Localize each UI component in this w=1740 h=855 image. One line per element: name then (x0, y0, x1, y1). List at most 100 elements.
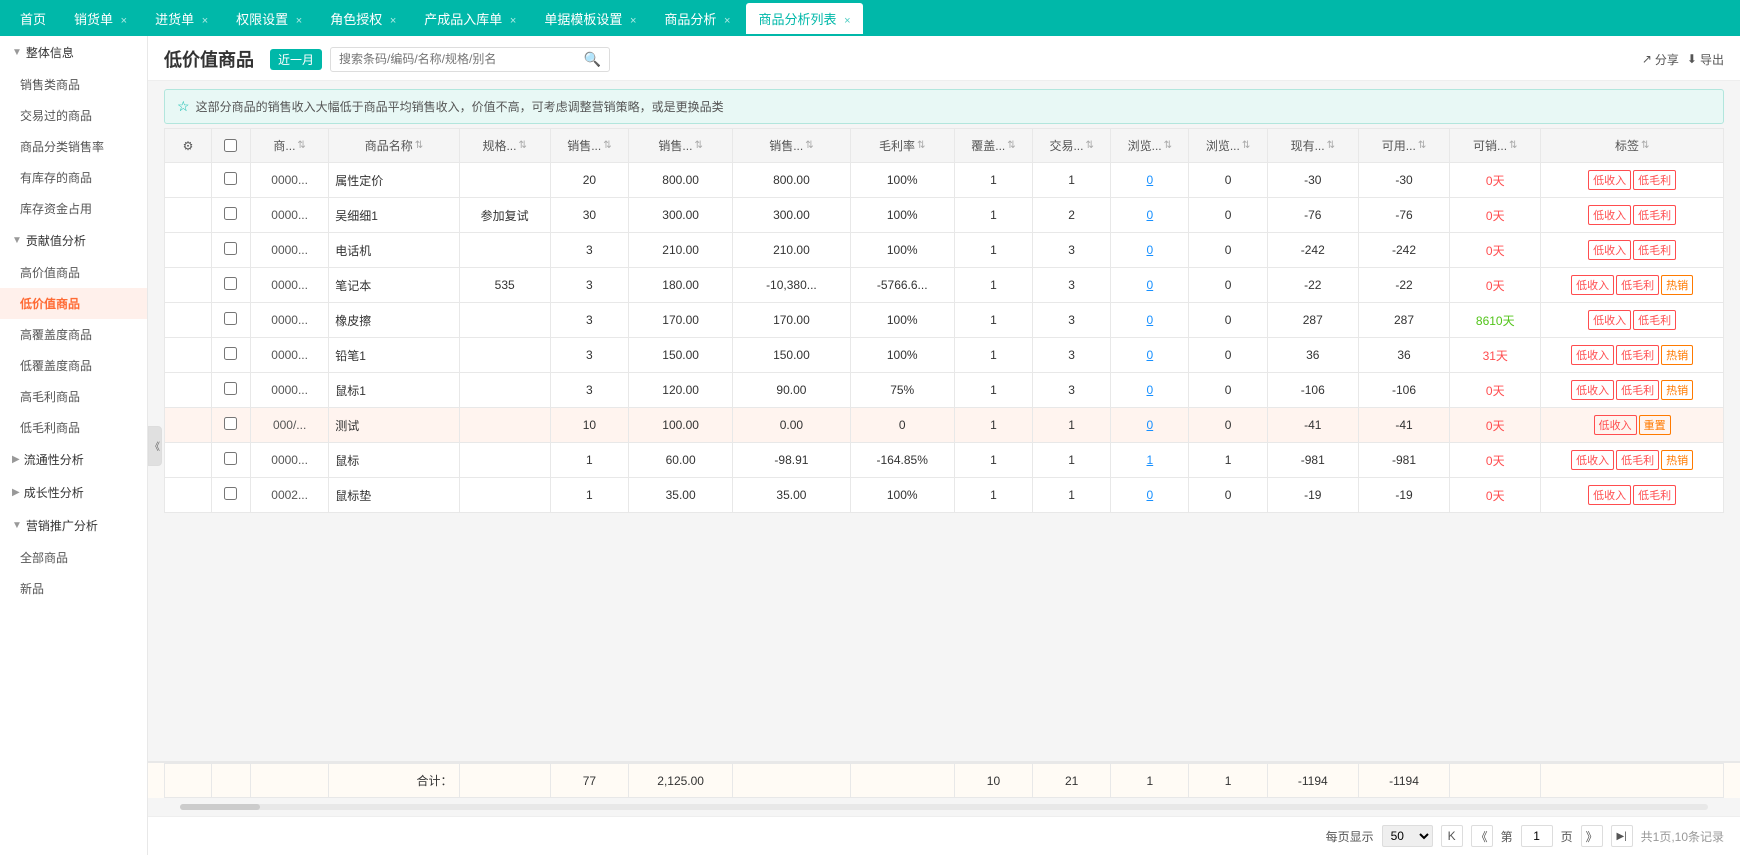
sort-icon[interactable]: ⇅ (1085, 140, 1093, 151)
view1-link[interactable]: 0 (1147, 488, 1154, 502)
sidebar-group-contribution[interactable]: ▼ 贡献值分析 (0, 224, 147, 257)
sort-icon[interactable]: ⇅ (1164, 140, 1172, 151)
view1-link[interactable]: 0 (1147, 278, 1154, 292)
nav-roles[interactable]: 角色授权 × (318, 3, 408, 34)
col-tags[interactable]: 标签⇅ (1541, 129, 1724, 163)
row-view1[interactable]: 0 (1111, 303, 1189, 338)
sort-icon[interactable]: ⇅ (1418, 140, 1426, 151)
close-icon[interactable]: × (202, 15, 208, 27)
share-button[interactable]: ↗ 分享 (1642, 51, 1679, 68)
row-checkbox[interactable] (211, 408, 250, 443)
sidebar-item-traded-products[interactable]: 交易过的商品 (0, 100, 147, 131)
col-view1[interactable]: 浏览...⇅ (1111, 129, 1189, 163)
sort-icon[interactable]: ⇅ (917, 140, 925, 151)
prev-page-button[interactable]: 《 (1471, 825, 1493, 847)
current-page-input[interactable] (1521, 825, 1553, 847)
view1-link[interactable]: 0 (1147, 418, 1154, 432)
nav-permissions[interactable]: 权限设置 × (224, 3, 314, 34)
row-view1[interactable]: 0 (1111, 233, 1189, 268)
col-trade[interactable]: 交易...⇅ (1033, 129, 1111, 163)
search-icon[interactable]: 🔍 (584, 51, 601, 68)
sidebar-group-liquidity[interactable]: ▶ 流通性分析 (0, 443, 147, 476)
row-select-checkbox[interactable] (224, 207, 237, 220)
row-select-checkbox[interactable] (224, 242, 237, 255)
nav-product-analysis-list[interactable]: 商品分析列表 × (746, 3, 862, 34)
first-page-button[interactable]: K (1441, 825, 1463, 847)
col-coverage[interactable]: 覆盖...⇅ (954, 129, 1032, 163)
last-page-button[interactable]: ▶| (1611, 825, 1633, 847)
row-select-checkbox[interactable] (224, 417, 237, 430)
row-select-checkbox[interactable] (224, 487, 237, 500)
page-size-select[interactable]: 50 100 200 (1382, 825, 1433, 847)
time-tag-button[interactable]: 近一月 (270, 49, 322, 70)
row-checkbox[interactable] (211, 478, 250, 513)
row-select-checkbox[interactable] (224, 312, 237, 325)
col-code[interactable]: 商...⇅ (251, 129, 329, 163)
view1-link[interactable]: 1 (1147, 453, 1154, 467)
sidebar-collapse-button[interactable]: 《 (148, 426, 162, 466)
sort-icon[interactable]: ⇅ (1242, 140, 1250, 151)
sidebar-item-high-margin[interactable]: 高毛利商品 (0, 381, 147, 412)
row-view1[interactable]: 0 (1111, 163, 1189, 198)
sort-icon[interactable]: ⇅ (603, 140, 611, 151)
sidebar-item-category-sales[interactable]: 商品分类销售率 (0, 131, 147, 162)
sort-icon[interactable]: ⇅ (1509, 140, 1517, 151)
sidebar-item-sales-products[interactable]: 销售类商品 (0, 69, 147, 100)
col-available-stock[interactable]: 可用...⇅ (1358, 129, 1449, 163)
col-saleable[interactable]: 可销...⇅ (1450, 129, 1541, 163)
sort-icon[interactable]: ⇅ (694, 140, 702, 151)
scrollbar-thumb[interactable] (180, 804, 260, 810)
close-icon[interactable]: × (844, 15, 850, 27)
row-view1[interactable]: 0 (1111, 408, 1189, 443)
view1-link[interactable]: 0 (1147, 173, 1154, 187)
sort-icon[interactable]: ⇅ (805, 140, 813, 151)
close-icon[interactable]: × (121, 15, 127, 27)
nav-home[interactable]: 首页 (8, 3, 58, 34)
sidebar-item-low-value[interactable]: 低价值商品 (0, 288, 147, 319)
col-name[interactable]: 商品名称⇅ (329, 129, 459, 163)
row-select-checkbox[interactable] (224, 172, 237, 185)
col-margin[interactable]: 毛利率⇅ (850, 129, 954, 163)
view1-link[interactable]: 0 (1147, 243, 1154, 257)
row-checkbox[interactable] (211, 338, 250, 373)
sidebar-group-overall[interactable]: ▼ 整体信息 (0, 36, 147, 69)
search-input[interactable] (339, 52, 584, 66)
next-page-button[interactable]: 》 (1581, 825, 1603, 847)
nav-template-settings[interactable]: 单据模板设置 × (532, 3, 648, 34)
close-icon[interactable]: × (296, 15, 302, 27)
row-checkbox[interactable] (211, 268, 250, 303)
horizontal-scrollbar[interactable] (180, 804, 1708, 810)
row-checkbox[interactable] (211, 163, 250, 198)
sort-icon[interactable]: ⇅ (415, 140, 423, 151)
table-container[interactable]: ⚙ 商...⇅ 商品名称⇅ 规格...⇅ 销售...⇅ 销售...⇅ 销售...… (148, 128, 1740, 761)
nav-product-analysis[interactable]: 商品分析 × (652, 3, 742, 34)
close-icon[interactable]: × (390, 15, 396, 27)
export-button[interactable]: ⬇ 导出 (1687, 51, 1724, 68)
col-sales-price[interactable]: 销售...⇅ (629, 129, 733, 163)
sidebar-group-marketing[interactable]: ▼ 营销推广分析 (0, 509, 147, 542)
col-checkbox[interactable] (211, 129, 250, 163)
close-icon[interactable]: × (630, 15, 636, 27)
sidebar-item-new-products[interactable]: 新品 (0, 573, 147, 604)
row-checkbox[interactable] (211, 233, 250, 268)
view1-link[interactable]: 0 (1147, 208, 1154, 222)
sort-icon[interactable]: ⇅ (1641, 140, 1649, 151)
row-checkbox[interactable] (211, 443, 250, 478)
sidebar-group-growth[interactable]: ▶ 成长性分析 (0, 476, 147, 509)
col-sales-qty[interactable]: 销售...⇅ (550, 129, 628, 163)
close-icon[interactable]: × (724, 15, 730, 27)
view1-link[interactable]: 0 (1147, 383, 1154, 397)
sidebar-item-low-coverage[interactable]: 低覆盖度商品 (0, 350, 147, 381)
row-view1[interactable]: 0 (1111, 268, 1189, 303)
select-all-checkbox[interactable] (224, 139, 237, 152)
view1-link[interactable]: 0 (1147, 313, 1154, 327)
sort-icon[interactable]: ⇅ (1327, 140, 1335, 151)
col-settings[interactable]: ⚙ (165, 129, 212, 163)
row-select-checkbox[interactable] (224, 452, 237, 465)
row-checkbox[interactable] (211, 198, 250, 233)
row-checkbox[interactable] (211, 373, 250, 408)
sidebar-item-inventory-capital[interactable]: 库存资金占用 (0, 193, 147, 224)
row-select-checkbox[interactable] (224, 347, 237, 360)
row-view1[interactable]: 0 (1111, 373, 1189, 408)
view1-link[interactable]: 0 (1147, 348, 1154, 362)
